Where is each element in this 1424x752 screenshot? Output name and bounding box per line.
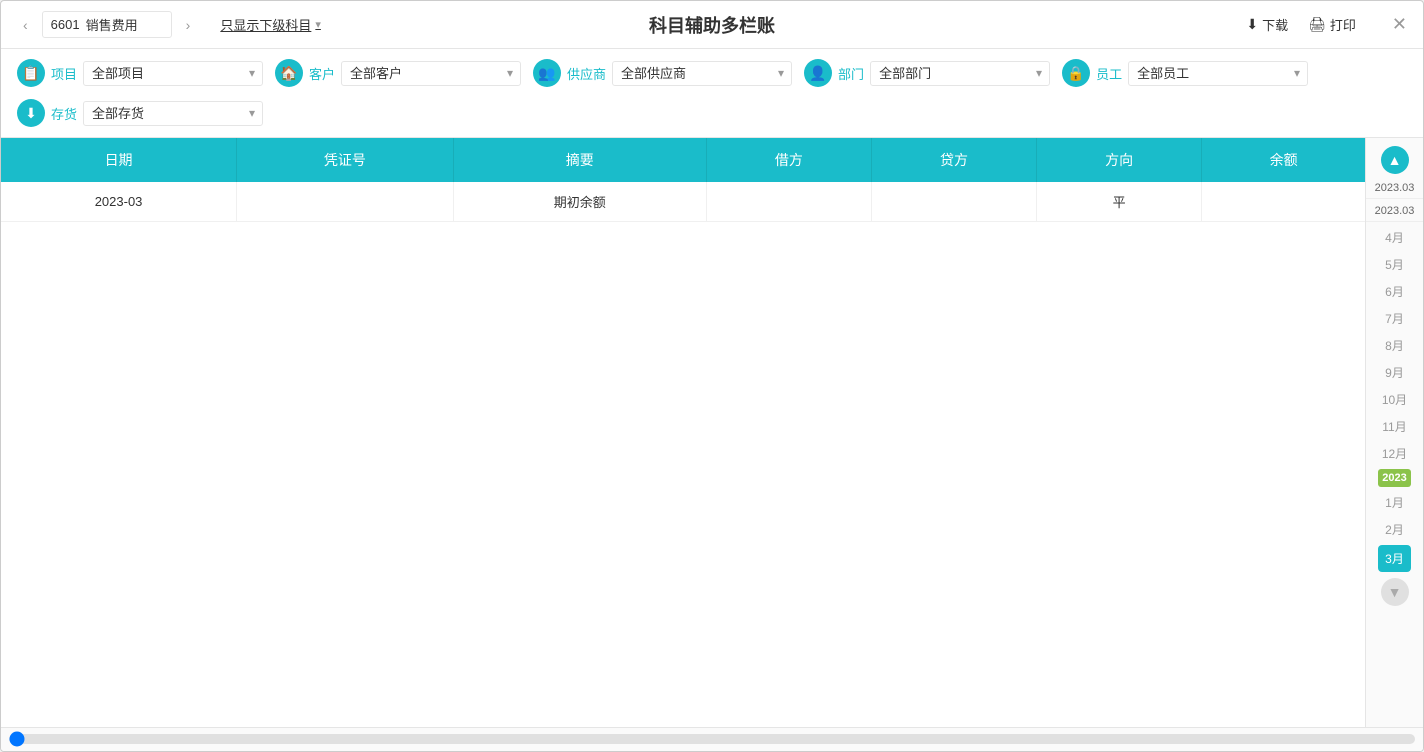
- project-select[interactable]: 全部项目: [83, 61, 263, 86]
- timeline-item[interactable]: 1月: [1374, 489, 1414, 516]
- prev-account-button[interactable]: ‹: [17, 15, 34, 35]
- filter-group-customer: 🏠 客户 全部客户: [275, 59, 521, 87]
- next-account-button[interactable]: ›: [180, 15, 197, 35]
- sub-account-filter-trigger[interactable]: 只显示下级科目 ▾: [220, 15, 321, 34]
- page-title: 科目辅助多栏账: [649, 12, 775, 38]
- inventory-select-wrapper: 全部存货: [83, 101, 263, 126]
- account-code-box: 6601 销售费用: [42, 11, 172, 38]
- ledger-table: 日期 凭证号 摘要 借方 贷方 方向 余额 2023-03 期初余额 平: [1, 138, 1365, 222]
- supplier-icon: 👥: [533, 59, 561, 87]
- col-debit: 借方: [706, 138, 871, 182]
- col-summary: 摘要: [453, 138, 706, 182]
- chevron-down-icon: ▾: [315, 18, 321, 31]
- download-label: 下载: [1262, 15, 1288, 34]
- department-select-wrapper: 全部部门: [870, 61, 1050, 86]
- cell-debit: [706, 182, 871, 222]
- employee-icon: 🔒: [1062, 59, 1090, 87]
- col-credit: 贷方: [871, 138, 1036, 182]
- project-label: 项目: [51, 64, 77, 83]
- download-button[interactable]: ⬇ 下载: [1246, 15, 1288, 34]
- cell-summary: 期初余额: [453, 182, 706, 222]
- customer-select[interactable]: 全部客户: [341, 61, 521, 86]
- cell-balance: [1202, 182, 1365, 222]
- timeline-header-1: 2023.03: [1366, 178, 1423, 199]
- supplier-label: 供应商: [567, 64, 606, 83]
- department-label: 部门: [838, 64, 864, 83]
- main-window: ‹ 6601 销售费用 › 只显示下级科目 ▾ 科目辅助多栏账 ⬇ 下载 🖨 打…: [0, 0, 1424, 752]
- timeline-item[interactable]: 6月: [1374, 278, 1414, 305]
- timeline-months: 4月5月6月7月8月9月10月11月12月 2023 1月2月3月: [1374, 224, 1414, 574]
- account-code: 6601: [51, 17, 80, 32]
- timeline-sidebar: ▲ 2023.03 2023.03 4月5月6月7月8月9月10月11月12月 2…: [1365, 138, 1423, 727]
- department-icon: 👤: [804, 59, 832, 87]
- col-direction: 方向: [1037, 138, 1202, 182]
- employee-select[interactable]: 全部员工: [1128, 61, 1308, 86]
- timeline-item[interactable]: 5月: [1374, 251, 1414, 278]
- inventory-icon: ⬇: [17, 99, 45, 127]
- sub-account-filter-label: 只显示下级科目: [220, 15, 311, 34]
- employee-label: 员工: [1096, 64, 1122, 83]
- filter-group-project: 📋 项目 全部项目: [17, 59, 263, 87]
- timeline-item[interactable]: 10月: [1374, 386, 1414, 413]
- timeline-up-button[interactable]: ▲: [1381, 146, 1409, 174]
- timeline-header-2: 2023.03: [1366, 201, 1423, 222]
- project-select-wrapper: 全部项目: [83, 61, 263, 86]
- download-icon: ⬇: [1246, 16, 1258, 33]
- timeline-item[interactable]: 12月: [1374, 440, 1414, 467]
- print-button[interactable]: 🖨 打印: [1308, 15, 1356, 34]
- table-header-row: 日期 凭证号 摘要 借方 贷方 方向 余额: [1, 138, 1365, 182]
- project-icon: 📋: [17, 59, 45, 87]
- inventory-select[interactable]: 全部存货: [83, 101, 263, 126]
- filter-group-supplier: 👥 供应商 全部供应商: [533, 59, 792, 87]
- col-voucher: 凭证号: [237, 138, 453, 182]
- customer-icon: 🏠: [275, 59, 303, 87]
- timeline-item[interactable]: 7月: [1374, 305, 1414, 332]
- timeline-item[interactable]: 8月: [1374, 332, 1414, 359]
- filter-bar: 📋 项目 全部项目 🏠 客户 全部客户 👥: [1, 49, 1423, 138]
- bottom-bar: [1, 727, 1423, 751]
- inventory-label: 存货: [51, 104, 77, 123]
- horizontal-scrollbar[interactable]: [9, 734, 1415, 744]
- customer-label: 客户: [309, 64, 335, 83]
- title-bar: ‹ 6601 销售费用 › 只显示下级科目 ▾ 科目辅助多栏账 ⬇ 下载 🖨 打…: [1, 1, 1423, 49]
- timeline-item[interactable]: 11月: [1374, 413, 1414, 440]
- print-label: 打印: [1330, 15, 1356, 34]
- department-select[interactable]: 全部部门: [870, 61, 1050, 86]
- close-button[interactable]: ✕: [1392, 14, 1407, 35]
- timeline-item[interactable]: 9月: [1374, 359, 1414, 386]
- toolbar-right: ⬇ 下载 🖨 打印 ✕: [1246, 14, 1407, 35]
- table-row[interactable]: 2023-03 期初余额 平: [1, 182, 1365, 222]
- filter-group-employee: 🔒 员工 全部员工: [1062, 59, 1308, 87]
- supplier-select-wrapper: 全部供应商: [612, 61, 792, 86]
- timeline-item[interactable]: 3月: [1378, 545, 1410, 572]
- timeline-item[interactable]: 4月: [1374, 224, 1414, 251]
- table-area: 日期 凭证号 摘要 借方 贷方 方向 余额 2023-03 期初余额 平: [1, 138, 1365, 727]
- print-icon: 🖨: [1308, 16, 1326, 33]
- table-body: 2023-03 期初余额 平: [1, 182, 1365, 222]
- supplier-select[interactable]: 全部供应商: [612, 61, 792, 86]
- col-date: 日期: [1, 138, 237, 182]
- customer-select-wrapper: 全部客户: [341, 61, 521, 86]
- filter-group-inventory: ⬇ 存货 全部存货: [17, 99, 263, 127]
- cell-direction: 平: [1037, 182, 1202, 222]
- timeline-item[interactable]: 2023: [1378, 469, 1410, 487]
- filter-group-department: 👤 部门 全部部门: [804, 59, 1050, 87]
- timeline-down-button[interactable]: ▼: [1381, 578, 1409, 606]
- cell-date: 2023-03: [1, 182, 237, 222]
- main-area: 日期 凭证号 摘要 借方 贷方 方向 余额 2023-03 期初余额 平 ▲ 202…: [1, 138, 1423, 727]
- col-balance: 余额: [1202, 138, 1365, 182]
- account-name: 销售费用: [86, 15, 138, 34]
- timeline-item[interactable]: 2月: [1374, 516, 1414, 543]
- cell-credit: [871, 182, 1036, 222]
- employee-select-wrapper: 全部员工: [1128, 61, 1308, 86]
- cell-voucher: [237, 182, 453, 222]
